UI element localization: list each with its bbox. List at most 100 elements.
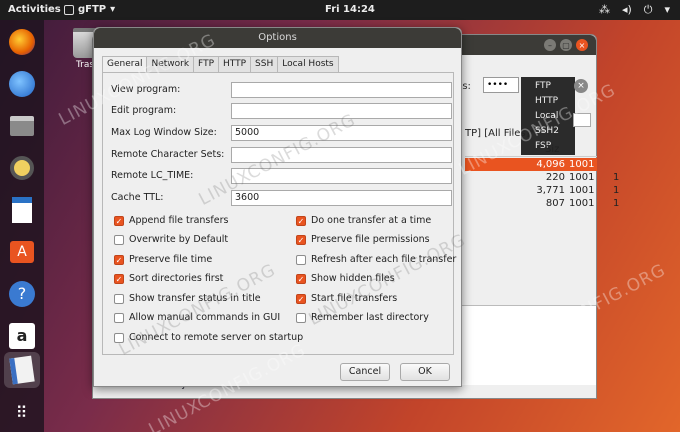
protocol-option[interactable]: Local <box>521 109 575 124</box>
sort-directories-checkbox[interactable]: ✓ Sort directories first <box>114 273 223 284</box>
dock-item-software[interactable]: A <box>4 234 40 270</box>
remote-lc-time-field[interactable] <box>231 168 452 184</box>
checkbox-unchecked-icon <box>296 254 306 265</box>
dock-item-files[interactable] <box>4 108 40 144</box>
maximize-button[interactable]: ▢ <box>560 39 572 51</box>
tab-bar: General Network FTP HTTP SSH Local Hosts <box>102 56 339 73</box>
overwrite-default-checkbox[interactable]: Overwrite by Default <box>114 234 228 245</box>
table-row[interactable]: 3,771 1001 1 <box>465 184 619 197</box>
music-icon <box>10 156 34 180</box>
protocol-option[interactable]: HTTP <box>521 94 575 109</box>
minimize-button[interactable]: – <box>544 39 556 51</box>
ok-button[interactable]: OK <box>400 363 450 381</box>
system-tray[interactable]: ⁂ ◂) ⏻ ▾ <box>599 3 670 17</box>
start-transfers-checkbox[interactable]: ✓ Start file transfers <box>296 293 397 304</box>
table-row[interactable]: 220 1001 1 <box>465 171 619 184</box>
view-program-field[interactable] <box>231 82 452 98</box>
preserve-time-checkbox[interactable]: ✓ Preserve file time <box>114 254 212 265</box>
remote-charsets-field[interactable] <box>231 147 452 163</box>
dialog-title[interactable]: Options <box>94 28 461 48</box>
one-transfer-checkbox[interactable]: ✓ Do one transfer at a time <box>296 215 431 226</box>
append-transfers-checkbox[interactable]: ✓ Append file transfers <box>114 215 228 226</box>
cache-ttl-label: Cache TTL: <box>111 192 164 203</box>
refresh-after-transfer-checkbox[interactable]: Refresh after each file transfer <box>296 254 456 265</box>
table-row[interactable]: 4,096 1001 <box>465 158 597 171</box>
remote-column-header[interactable]: Siz <box>465 143 597 157</box>
show-hidden-files-checkbox[interactable]: ✓ Show hidden files <box>296 273 395 284</box>
checkbox-checked-icon: ✓ <box>114 215 124 226</box>
checkbox-checked-icon: ✓ <box>114 273 124 284</box>
manual-commands-checkbox[interactable]: Allow manual commands in GUI <box>114 312 280 323</box>
file-size: 807 <box>545 198 565 209</box>
dock-item-amazon[interactable]: a <box>4 318 40 354</box>
tab-http[interactable]: HTTP <box>218 56 252 72</box>
checkbox-checked-icon: ✓ <box>296 293 306 304</box>
max-log-size-field[interactable]: 5000 <box>231 125 452 141</box>
max-log-size-label: Max Log Window Size: <box>111 127 217 138</box>
file-user: 1001 <box>569 198 595 209</box>
dock-item-gftp[interactable] <box>4 352 40 388</box>
dock-item-apps[interactable]: ⠿ <box>4 394 40 430</box>
tab-network[interactable]: Network <box>146 56 195 72</box>
top-bar: Activities gFTP ▾ Fri 14:24 ⁂ ◂) ⏻ ▾ <box>0 0 680 20</box>
checkbox-unchecked-icon <box>114 234 124 245</box>
file-size: 4,096 <box>536 159 565 170</box>
checkbox-label: Remember last directory <box>311 312 429 323</box>
file-user: 1001 <box>569 185 595 196</box>
file-user: 1001 <box>569 172 595 183</box>
checkbox-label: Allow manual commands in GUI <box>129 312 281 323</box>
password-field[interactable]: •••• <box>483 77 519 93</box>
options-dialog: Options General Network FTP HTTP SSH Loc… <box>93 27 462 387</box>
tab-ftp[interactable]: FTP <box>193 56 219 72</box>
power-icon: ⏻ <box>643 3 653 16</box>
clear-icon[interactable]: × <box>574 79 588 93</box>
tab-local-hosts[interactable]: Local Hosts <box>277 56 339 72</box>
general-tab-panel: View program: Edit program: Max Log Wind… <box>102 72 456 355</box>
remember-directory-checkbox[interactable]: Remember last directory <box>296 312 429 323</box>
dock-item-rhythmbox[interactable] <box>4 150 40 186</box>
dock-item-writer[interactable] <box>4 192 40 228</box>
edit-program-field[interactable] <box>231 103 452 119</box>
clock[interactable]: Fri 14:24 <box>325 4 375 15</box>
checkbox-label: Connect to remote server on startup <box>129 332 304 343</box>
checkbox-label: Overwrite by Default <box>129 234 229 245</box>
preserve-permissions-checkbox[interactable]: ✓ Preserve file permissions <box>296 234 430 245</box>
checkbox-unchecked-icon <box>114 293 124 304</box>
checkbox-unchecked-icon <box>114 332 124 343</box>
protocol-option[interactable]: FTP <box>521 79 575 94</box>
tab-ssh[interactable]: SSH <box>250 56 279 72</box>
checkbox-checked-icon: ✓ <box>114 254 124 265</box>
dock-item-help[interactable]: ? <box>4 276 40 312</box>
file-user: 1001 <box>569 159 595 170</box>
checkbox-checked-icon: ✓ <box>296 234 306 245</box>
checkbox-unchecked-icon <box>114 312 124 323</box>
transfer-status-title-checkbox[interactable]: Show transfer status in title <box>114 293 261 304</box>
app-menu-icon <box>64 4 74 15</box>
close-button[interactable]: × <box>576 39 588 51</box>
connect-on-startup-checkbox[interactable]: Connect to remote server on startup <box>114 332 303 343</box>
gftp-icon <box>9 355 35 385</box>
table-row[interactable]: 807 1001 1 <box>465 197 619 210</box>
remote-filter-dropdown[interactable] <box>573 113 591 127</box>
firefox-icon <box>9 29 35 55</box>
amazon-icon: a <box>9 323 35 349</box>
edit-program-label: Edit program: <box>111 105 177 116</box>
file-extra: 1 <box>613 185 620 196</box>
dock-item-thunderbird[interactable] <box>4 66 40 102</box>
dock-item-firefox[interactable] <box>4 24 40 60</box>
volume-icon: ◂) <box>621 3 632 16</box>
checkbox-checked-icon: ✓ <box>296 273 306 284</box>
network-icon: ⁂ <box>598 3 610 16</box>
checkbox-label: Sort directories first <box>129 273 224 284</box>
cache-ttl-field[interactable]: 3600 <box>231 190 452 206</box>
cancel-button[interactable]: Cancel <box>340 363 390 381</box>
checkbox-label: Do one transfer at a time <box>311 215 432 226</box>
store-icon: A <box>10 241 34 263</box>
activities-button[interactable]: Activities <box>8 4 61 15</box>
mail-icon <box>9 71 35 97</box>
tab-general[interactable]: General <box>102 56 148 73</box>
size-column-header[interactable]: Siz <box>545 144 559 155</box>
app-menu[interactable]: gFTP ▾ <box>64 4 115 15</box>
file-size: 3,771 <box>536 185 565 196</box>
grid-icon: ⠿ <box>15 402 29 422</box>
